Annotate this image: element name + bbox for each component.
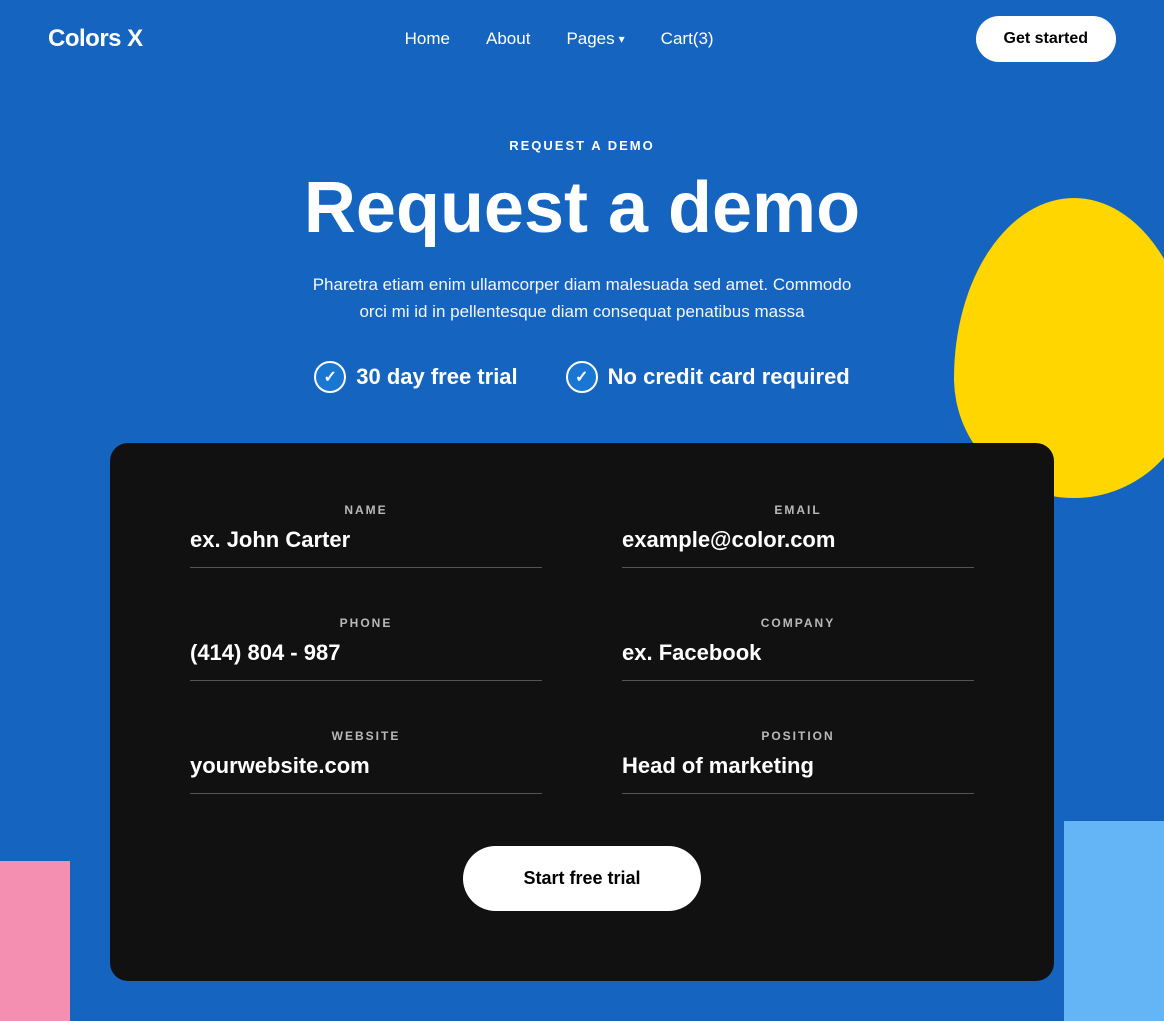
blue-block-decoration [1064,821,1164,1021]
hero-label: REQUEST A DEMO [40,138,1124,153]
name-form-field: NAME [190,503,542,568]
website-input[interactable] [190,753,542,794]
demo-form: NAME EMAIL PHONE COMPANY [110,443,1054,981]
pink-block-decoration [0,861,70,1021]
email-form-field: EMAIL [622,503,974,568]
chevron-down-icon: ▾ [619,32,625,46]
company-input[interactable] [622,640,974,681]
nav-cart[interactable]: Cart(3) [661,29,714,49]
hero-subtitle: Pharetra etiam enim ullamcorper diam mal… [302,271,862,325]
nav-links: Home About Pages ▾ Cart(3) [405,29,714,49]
form-grid: NAME EMAIL PHONE COMPANY [190,503,974,794]
start-trial-button[interactable]: Start free trial [463,846,700,911]
phone-label: PHONE [190,616,542,630]
position-form-field: POSITION [622,729,974,794]
website-form-field: WEBSITE [190,729,542,794]
hero-title: Request a demo [40,171,1124,247]
nav-pages[interactable]: Pages ▾ [566,29,624,49]
check-icon-nocard: ✓ [566,361,598,393]
email-input[interactable] [622,527,974,568]
company-label: COMPANY [622,616,974,630]
nav-home[interactable]: Home [405,29,450,49]
email-label: EMAIL [622,503,974,517]
check-icon-trial: ✓ [314,361,346,393]
name-label: NAME [190,503,542,517]
position-input[interactable] [622,753,974,794]
phone-form-field: PHONE [190,616,542,681]
position-label: POSITION [622,729,974,743]
website-label: WEBSITE [190,729,542,743]
navbar: Colors X Home About Pages ▾ Cart(3) Get … [0,0,1164,78]
hero-section: REQUEST A DEMO Request a demo Pharetra e… [0,78,1164,1021]
logo[interactable]: Colors X [48,25,143,53]
nav-about[interactable]: About [486,29,530,49]
trial-badge: ✓ 30 day free trial [314,361,517,393]
name-input[interactable] [190,527,542,568]
company-form-field: COMPANY [622,616,974,681]
phone-input[interactable] [190,640,542,681]
get-started-button[interactable]: Get started [976,16,1116,62]
no-card-badge: ✓ No credit card required [566,361,850,393]
